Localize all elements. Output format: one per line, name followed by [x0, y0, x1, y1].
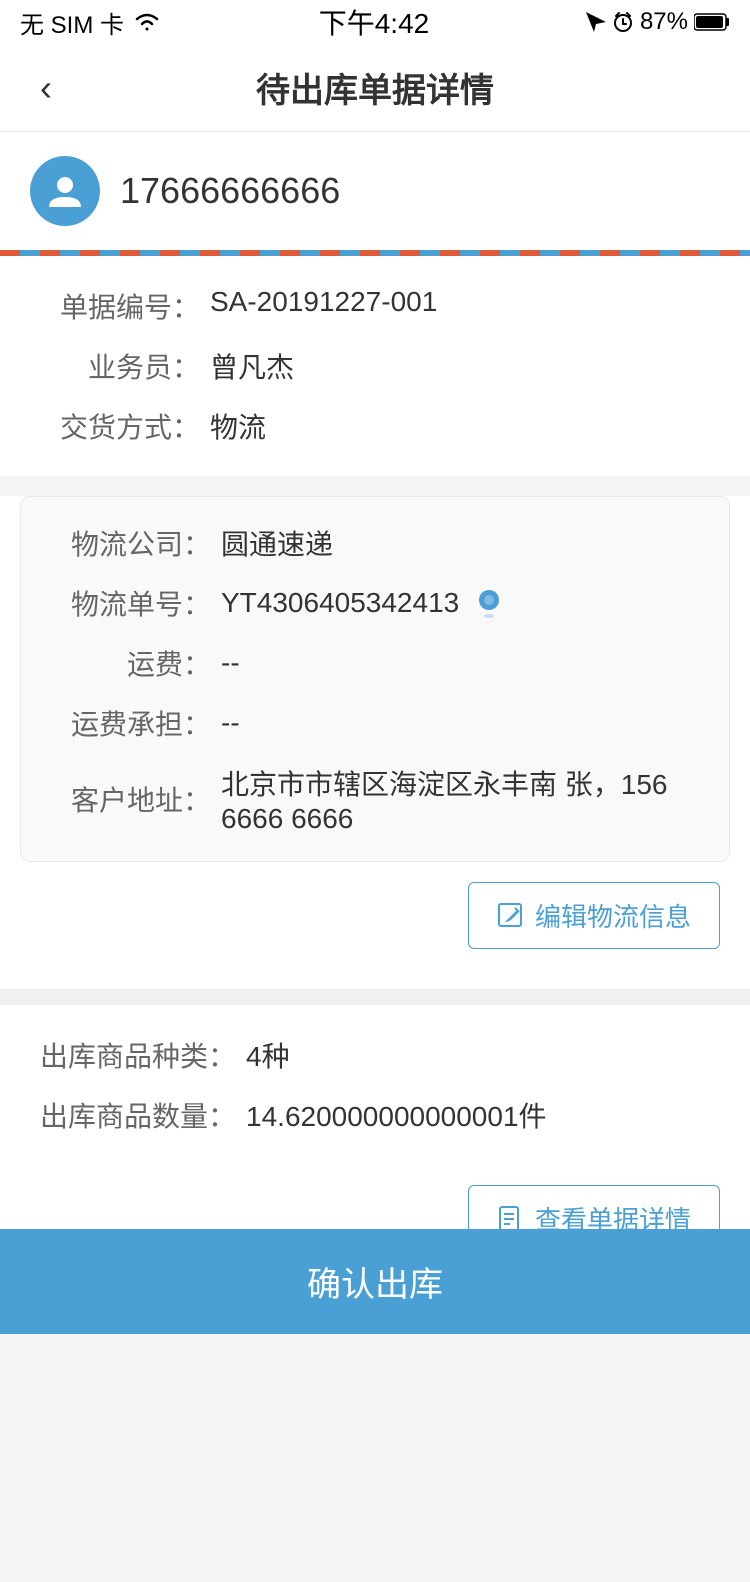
goods-types-value: 4种: [246, 1035, 290, 1075]
customer-avatar: [30, 156, 100, 226]
customer-phone: 17666666666: [120, 170, 340, 212]
tracking-no-value: YT4306405342413: [221, 585, 699, 621]
delivery-method-value: 物流: [210, 406, 710, 446]
nav-bar: ‹ 待出库单据详情: [0, 44, 750, 132]
salesperson-row: 业务员： 曾凡杰: [40, 346, 710, 386]
salesperson-label: 业务员：: [40, 346, 200, 386]
edit-logistics-button[interactable]: 编辑物流信息: [468, 882, 720, 949]
goods-quantity-label: 出库商品数量：: [40, 1095, 236, 1135]
back-button[interactable]: ‹: [30, 57, 62, 119]
location-arrow-icon: [586, 12, 606, 32]
delivery-method-row: 交货方式： 物流: [40, 406, 710, 446]
address-label: 客户地址：: [51, 779, 211, 819]
address-value: 北京市市辖区海淀区永丰南 张，156 6666 6666: [221, 763, 699, 835]
logistics-company-value: 圆通速递: [221, 523, 699, 563]
freight-label: 运费：: [51, 643, 211, 683]
page-title: 待出库单据详情: [256, 63, 494, 112]
order-no-row: 单据编号： SA-20191227-001: [40, 286, 710, 326]
freight-row: 运费： --: [51, 643, 699, 683]
address-row: 客户地址： 北京市市辖区海淀区永丰南 张，156 6666 6666: [51, 763, 699, 835]
confirm-button[interactable]: 确认出库: [0, 1229, 750, 1334]
edit-logistics-row: 编辑物流信息: [0, 862, 750, 969]
goods-types-row: 出库商品种类： 4种: [40, 1035, 710, 1075]
goods-types-label: 出库商品种类：: [40, 1035, 236, 1075]
carrier-text: 无 SIM 卡: [20, 5, 124, 40]
goods-section: 出库商品种类： 4种 出库商品数量： 14.620000000000001件: [0, 1005, 750, 1165]
edit-icon: [497, 902, 525, 930]
order-no-value: SA-20191227-001: [210, 286, 710, 318]
wifi-icon: [132, 11, 162, 33]
battery-icon: [694, 12, 730, 32]
order-info-section: 单据编号： SA-20191227-001 业务员： 曾凡杰 交货方式： 物流: [0, 256, 750, 476]
logistics-card: 物流公司： 圆通速递 物流单号： YT4306405342413 运费: [20, 496, 730, 862]
customer-row: 17666666666: [0, 132, 750, 250]
logistics-section: 物流公司： 圆通速递 物流单号： YT4306405342413 运费: [0, 496, 750, 989]
status-bar-right: 87%: [586, 8, 730, 36]
salesperson-value: 曾凡杰: [210, 346, 710, 386]
logistics-company-row: 物流公司： 圆通速递: [51, 523, 699, 563]
freight-value: --: [221, 647, 699, 679]
logistics-company-label: 物流公司：: [51, 523, 211, 563]
tracking-no-row: 物流单号： YT4306405342413: [51, 583, 699, 623]
alarm-icon: [612, 11, 634, 33]
status-bar-time: 下午4:42: [319, 2, 430, 42]
goods-quantity-value: 14.620000000000001件: [246, 1095, 547, 1135]
status-bar-left: 无 SIM 卡: [20, 5, 162, 40]
freight-bearer-label: 运费承担：: [51, 703, 211, 743]
freight-bearer-value: --: [221, 707, 699, 739]
section-separator-1: [0, 989, 750, 1005]
tracking-no-label: 物流单号：: [51, 583, 211, 623]
order-no-label: 单据编号：: [40, 286, 200, 326]
battery-text: 87%: [640, 8, 688, 36]
user-icon: [45, 171, 85, 211]
freight-bearer-row: 运费承担： --: [51, 703, 699, 743]
goods-quantity-row: 出库商品数量： 14.620000000000001件: [40, 1095, 710, 1135]
delivery-method-label: 交货方式：: [40, 406, 200, 446]
status-bar: 无 SIM 卡 下午4:42 87%: [0, 0, 750, 44]
map-pin-icon[interactable]: [471, 585, 507, 621]
